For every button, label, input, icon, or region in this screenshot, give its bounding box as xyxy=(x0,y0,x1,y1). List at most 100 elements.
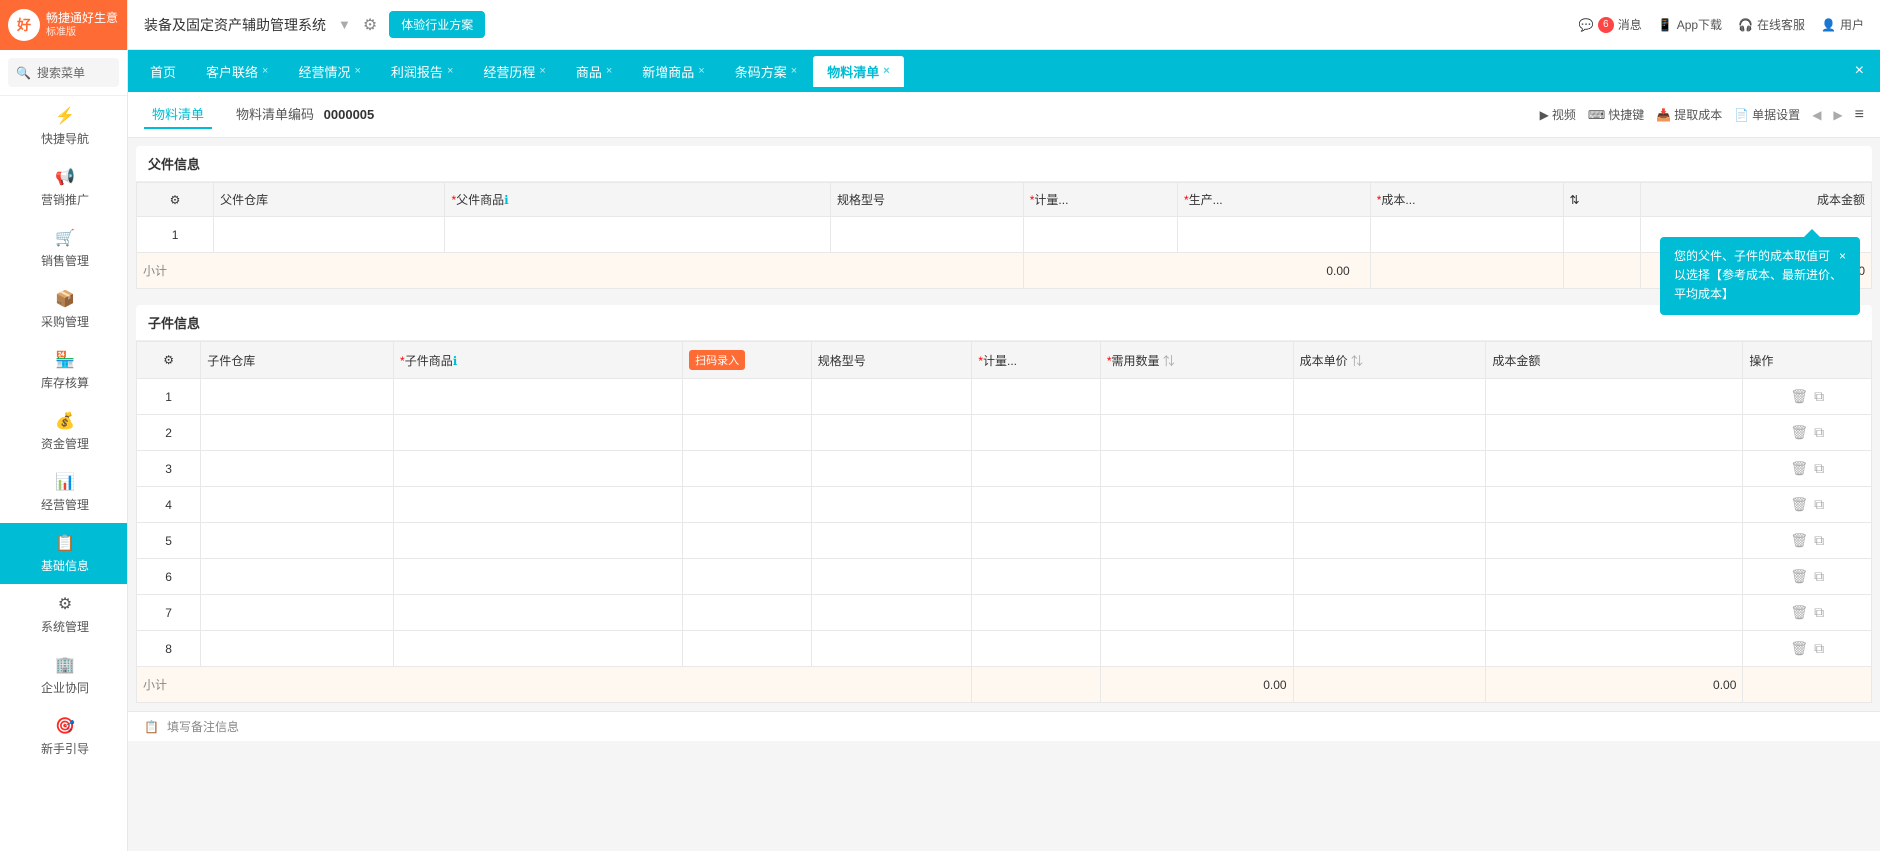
child-goods-6[interactable] xyxy=(394,559,683,595)
delete-icon-6[interactable]: 🗑 xyxy=(1790,568,1808,585)
child-spec-3[interactable] xyxy=(811,451,972,487)
delete-icon-8[interactable]: 🗑 xyxy=(1790,640,1808,657)
child-goods-8[interactable] xyxy=(394,631,683,667)
tab-history-close[interactable]: × xyxy=(539,65,545,77)
sidebar-item-system[interactable]: ⚙ 系统管理 xyxy=(0,584,127,645)
child-col-settings[interactable]: ⚙ xyxy=(137,342,201,379)
tab-profit-close[interactable]: × xyxy=(447,65,453,77)
copy-icon-1[interactable]: ⧉ xyxy=(1814,388,1824,405)
copy-icon-2[interactable]: ⧉ xyxy=(1814,424,1824,441)
child-unit-5[interactable] xyxy=(972,523,1101,559)
tab-customer[interactable]: 客户联络 × xyxy=(192,56,282,87)
parent-cost-cell[interactable] xyxy=(1370,217,1563,253)
child-spec-1[interactable] xyxy=(811,379,972,415)
info-icon[interactable]: ℹ xyxy=(504,193,509,207)
tab-add-goods-close[interactable]: × xyxy=(698,65,704,77)
child-unit-cost-7[interactable] xyxy=(1293,595,1486,631)
child-unit-7[interactable] xyxy=(972,595,1101,631)
parent-spec-cell[interactable] xyxy=(830,217,1023,253)
child-qty-5[interactable] xyxy=(1100,523,1293,559)
child-goods-4[interactable] xyxy=(394,487,683,523)
child-unit-cost-1[interactable] xyxy=(1293,379,1486,415)
tab-barcode[interactable]: 条码方案 × xyxy=(721,56,811,87)
extract-cost-btn[interactable]: 📥 提取成本 xyxy=(1656,106,1722,123)
child-warehouse-4[interactable] xyxy=(201,487,394,523)
child-unit-1[interactable] xyxy=(972,379,1101,415)
child-spec-4[interactable] xyxy=(811,487,972,523)
tab-home[interactable]: 首页 xyxy=(136,56,190,87)
child-qty-2[interactable] xyxy=(1100,415,1293,451)
delete-icon-3[interactable]: 🗑 xyxy=(1790,460,1808,477)
child-unit-cost-8[interactable] xyxy=(1293,631,1486,667)
copy-icon-7[interactable]: ⧉ xyxy=(1814,604,1824,621)
delete-icon-4[interactable]: 🗑 xyxy=(1790,496,1808,513)
parent-unit-cell[interactable] xyxy=(1023,217,1177,253)
app-download-btn[interactable]: 📱 App下载 xyxy=(1658,16,1722,33)
child-spec-5[interactable] xyxy=(811,523,972,559)
grid-view-icon[interactable]: ≡ xyxy=(1855,106,1864,124)
copy-icon-3[interactable]: ⧉ xyxy=(1814,460,1824,477)
child-qty-1[interactable] xyxy=(1100,379,1293,415)
child-spec-8[interactable] xyxy=(811,631,972,667)
tab-bom-close[interactable]: × xyxy=(883,65,889,77)
tab-bom[interactable]: 物料清单 × xyxy=(813,56,903,87)
search-menu-button[interactable]: 🔍 搜索菜单 xyxy=(8,58,119,87)
shortcut-btn[interactable]: ⌨ 快捷键 xyxy=(1588,106,1644,123)
child-qty-7[interactable] xyxy=(1100,595,1293,631)
copy-icon-6[interactable]: ⧉ xyxy=(1814,568,1824,585)
delete-icon-5[interactable]: 🗑 xyxy=(1790,532,1808,549)
child-spec-7[interactable] xyxy=(811,595,972,631)
tab-operations[interactable]: 经营情况 × xyxy=(284,56,374,87)
child-spec-2[interactable] xyxy=(811,415,972,451)
tab-goods[interactable]: 商品 × xyxy=(562,56,626,87)
parent-warehouse-cell[interactable] xyxy=(214,217,445,253)
child-col-scan[interactable]: 扫码录入 xyxy=(683,342,812,379)
sidebar-item-sales[interactable]: 🛒 销售管理 xyxy=(0,218,127,279)
child-unit-6[interactable] xyxy=(972,559,1101,595)
child-qty-3[interactable] xyxy=(1100,451,1293,487)
copy-icon-5[interactable]: ⧉ xyxy=(1814,532,1824,549)
single-settings-btn[interactable]: 📄 单据设置 xyxy=(1734,106,1800,123)
child-unit-cost-6[interactable] xyxy=(1293,559,1486,595)
delete-icon-7[interactable]: 🗑 xyxy=(1790,604,1808,621)
tab-history[interactable]: 经营历程 × xyxy=(469,56,559,87)
tab-customer-close[interactable]: × xyxy=(262,65,268,77)
child-unit-cost-2[interactable] xyxy=(1293,415,1486,451)
sidebar-item-inventory[interactable]: 🏪 库存核算 xyxy=(0,340,127,401)
sidebar-item-quick-nav[interactable]: ⚡ 快捷导航 xyxy=(0,96,127,157)
tab-goods-close[interactable]: × xyxy=(606,65,612,77)
delete-icon-2[interactable]: 🗑 xyxy=(1790,424,1808,441)
tooltip-close-btn[interactable]: × xyxy=(1839,247,1846,266)
child-goods-5[interactable] xyxy=(394,523,683,559)
child-warehouse-6[interactable] xyxy=(201,559,394,595)
child-warehouse-5[interactable] xyxy=(201,523,394,559)
dropdown-arrow-icon[interactable]: ▼ xyxy=(338,17,351,32)
sidebar-item-enterprise[interactable]: 🏢 企业协同 xyxy=(0,645,127,706)
delete-icon-1[interactable]: 🗑 xyxy=(1790,388,1808,405)
child-unit-4[interactable] xyxy=(972,487,1101,523)
child-warehouse-8[interactable] xyxy=(201,631,394,667)
online-service-btn[interactable]: 🎧 在线客服 xyxy=(1738,16,1805,33)
nav-close-btn[interactable]: × xyxy=(1847,62,1872,80)
sidebar-item-marketing[interactable]: 📢 营销推广 xyxy=(0,157,127,218)
pagination-prev[interactable]: ◀ xyxy=(1812,108,1821,122)
message-btn[interactable]: 💬 6 消息 xyxy=(1579,16,1642,33)
child-warehouse-2[interactable] xyxy=(201,415,394,451)
child-unit-cost-4[interactable] xyxy=(1293,487,1486,523)
sidebar-item-guide[interactable]: 🎯 新手引导 xyxy=(0,706,127,767)
user-btn[interactable]: 👤 用户 xyxy=(1821,16,1864,33)
parent-col-settings[interactable]: ⚙ xyxy=(137,183,214,217)
tab-barcode-close[interactable]: × xyxy=(791,65,797,77)
tab-profit[interactable]: 利润报告 × xyxy=(377,56,467,87)
sidebar-item-purchase[interactable]: 📦 采购管理 xyxy=(0,279,127,340)
tab-operations-close[interactable]: × xyxy=(354,65,360,77)
child-goods-2[interactable] xyxy=(394,415,683,451)
child-unit-cost-3[interactable] xyxy=(1293,451,1486,487)
settings-icon[interactable]: ⚙ xyxy=(363,15,377,35)
child-qty-4[interactable] xyxy=(1100,487,1293,523)
copy-icon-8[interactable]: ⧉ xyxy=(1814,640,1824,657)
child-goods-7[interactable] xyxy=(394,595,683,631)
pagination-next[interactable]: ▶ xyxy=(1833,108,1842,122)
sidebar-item-finance[interactable]: 💰 资金管理 xyxy=(0,401,127,462)
sidebar-item-basic-info[interactable]: 📋 基础信息 xyxy=(0,523,127,584)
